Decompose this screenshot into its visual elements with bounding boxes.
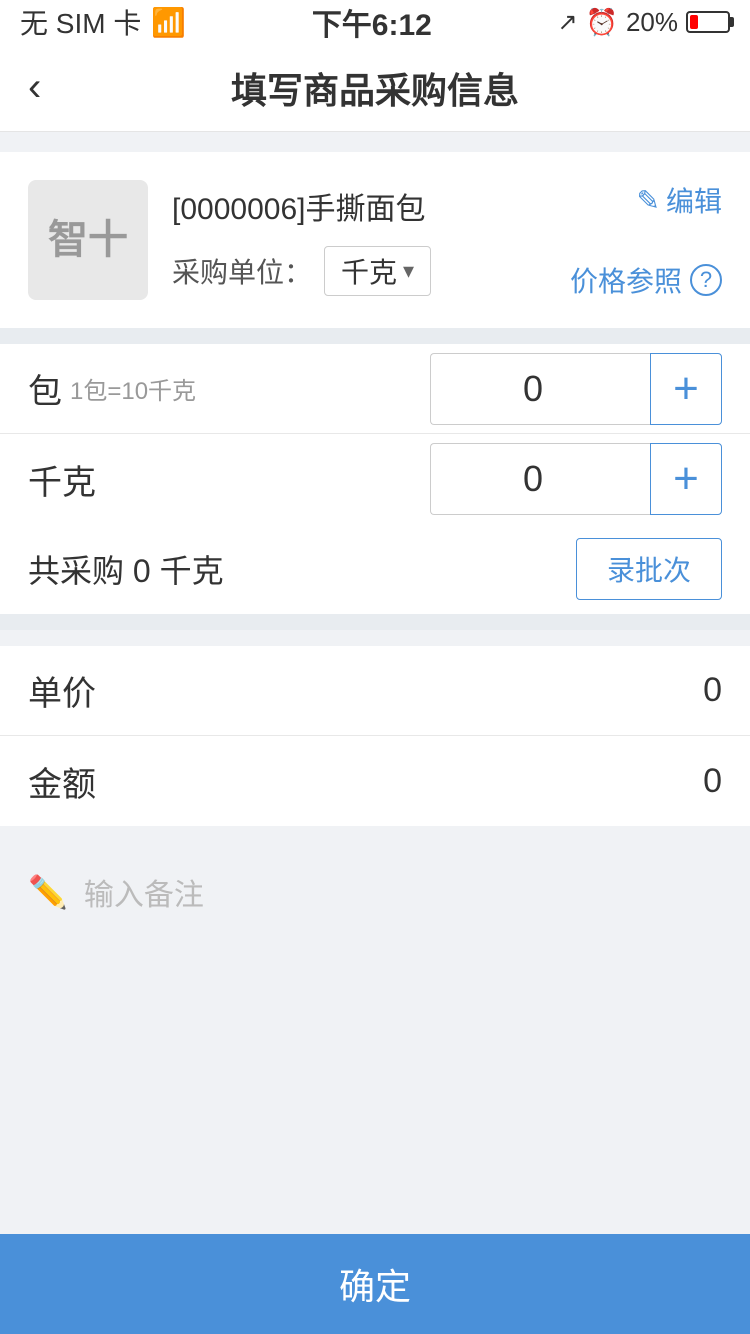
section-divider-1 (0, 328, 750, 344)
summary-row: 共采购 0 千克 录批次 (0, 524, 750, 614)
note-section[interactable]: ✏️ 输入备注 (0, 842, 750, 942)
purchase-unit-label: 采购单位： (172, 251, 312, 291)
summary-text: 共采购 0 千克 (28, 546, 224, 592)
kg-input-row: 千克 + (0, 434, 750, 524)
wifi-icon: 📶 (151, 6, 186, 39)
status-left: 无 SIM 卡 📶 (20, 2, 186, 42)
status-right: ↗ ⏰ 20% (557, 7, 730, 38)
bag-input-wrapper: + (430, 353, 722, 425)
price-ref-help-icon: ? (690, 264, 722, 296)
bag-label: 包 (28, 364, 62, 413)
unit-price-value: 0 (703, 671, 722, 710)
amount-row: 金额 0 (0, 736, 750, 826)
amount-value: 0 (703, 762, 722, 801)
back-button[interactable]: ‹ (28, 65, 41, 110)
confirm-button[interactable]: 确定 (0, 1234, 750, 1334)
amount-label: 金额 (28, 757, 96, 806)
price-section: 单价 0 金额 0 (0, 646, 750, 826)
note-placeholder: 输入备注 (84, 870, 204, 914)
unit-price-row: 单价 0 (0, 646, 750, 736)
unit-dropdown-arrow: ▾ (403, 258, 414, 284)
time-text: 下午6:12 (312, 0, 432, 44)
input-section: 包 1包=10千克 + 千克 + (0, 344, 750, 524)
unit-selector[interactable]: 千克 ▾ (324, 246, 431, 296)
edit-button[interactable]: ✎ 编辑 (637, 180, 722, 220)
bag-plus-button[interactable]: + (650, 353, 722, 425)
pencil-icon: ✏️ (28, 873, 68, 911)
kg-plus-button[interactable]: + (650, 443, 722, 515)
carrier-text: 无 SIM 卡 (20, 2, 141, 42)
edit-icon: ✎ (637, 184, 660, 217)
status-bar: 无 SIM 卡 📶 下午6:12 ↗ ⏰ 20% (0, 0, 750, 44)
section-divider-2 (0, 614, 750, 630)
product-image: 智十 (28, 180, 148, 300)
product-image-text: 智十 (48, 220, 128, 260)
price-ref-button[interactable]: 价格参照 ? (570, 260, 722, 300)
alarm-icon: ⏰ (586, 7, 618, 38)
kg-label: 千克 (28, 455, 96, 504)
bottom-space (0, 942, 750, 1222)
kg-input[interactable] (430, 443, 650, 515)
kg-input-wrapper: + (430, 443, 722, 515)
bag-input-row: 包 1包=10千克 + (0, 344, 750, 434)
bag-sublabel: 1包=10千克 (70, 371, 196, 406)
bag-input[interactable] (430, 353, 650, 425)
page-title: 填写商品采购信息 (231, 62, 519, 114)
unit-value: 千克 (341, 251, 397, 291)
battery-icon (686, 11, 730, 33)
edit-label: 编辑 (666, 180, 722, 220)
price-ref-label: 价格参照 (570, 260, 682, 300)
unit-price-label: 单价 (28, 666, 96, 715)
nav-bar: ‹ 填写商品采购信息 (0, 44, 750, 132)
location-icon: ↗ (557, 8, 577, 37)
record-batch-button[interactable]: 录批次 (576, 538, 722, 600)
battery-percent: 20% (626, 7, 678, 38)
product-section: 智十 [0000006]手撕面包 采购单位： 千克 ▾ ✎ 编辑 价格参照 ? (0, 152, 750, 328)
